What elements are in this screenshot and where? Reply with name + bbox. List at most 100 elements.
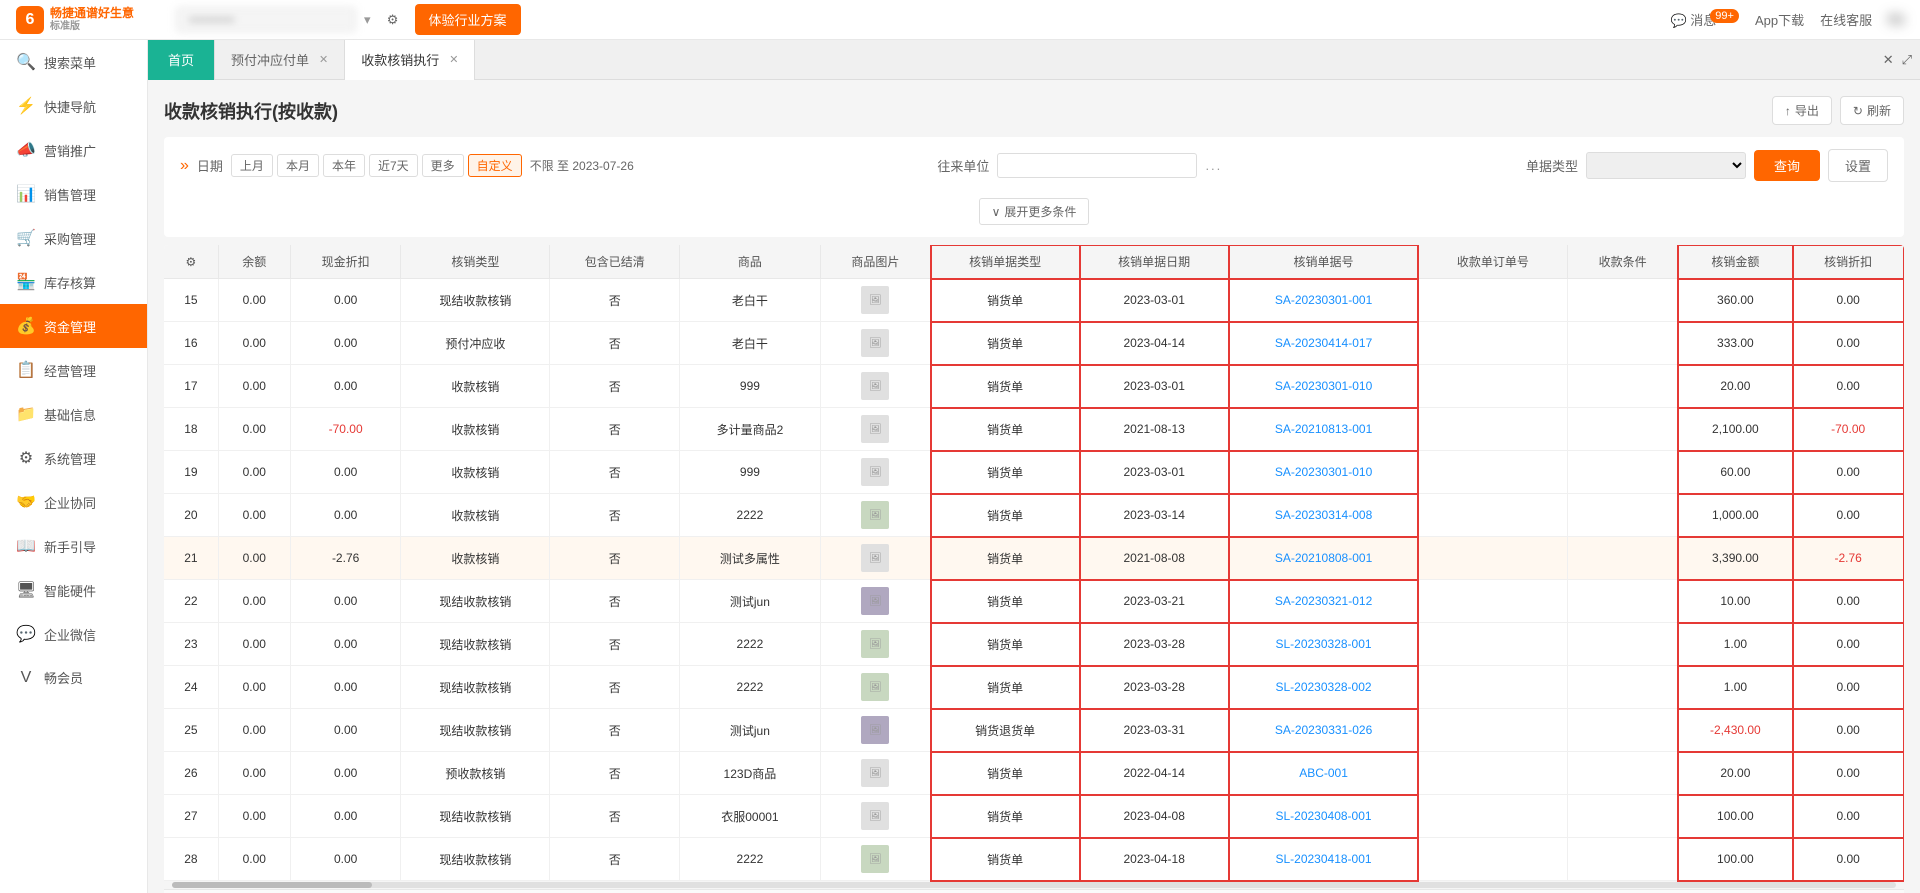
setting-button[interactable]: 设置 <box>1828 149 1888 182</box>
cell-goods: 多计量商品2 <box>680 408 820 451</box>
date-btn-last-month[interactable]: 上月 <box>231 154 273 177</box>
logo-text: 畅捷通谱好生意 标准版 <box>50 6 134 32</box>
scrollbar-thumb[interactable] <box>172 882 372 888</box>
cell-goods: 衣服00001 <box>680 795 820 838</box>
online-service-link[interactable]: 在线客服 <box>1820 10 1872 29</box>
sidebar-item-search[interactable]: 🔍 搜索菜单 <box>0 40 147 84</box>
cell-voucher-no[interactable]: SL-20230408-001 <box>1229 795 1419 838</box>
tab-collection-close-icon[interactable]: ✕ <box>449 53 458 66</box>
cell-voucher-no[interactable]: SA-20230314-008 <box>1229 494 1419 537</box>
date-btn-7days[interactable]: 近7天 <box>369 154 418 177</box>
voucher-no-link[interactable]: SL-20230408-001 <box>1275 809 1371 823</box>
export-button[interactable]: ↑ 导出 <box>1772 96 1832 125</box>
tab-close-all-icon[interactable]: ✕ <box>1883 52 1894 68</box>
sidebar-item-marketing[interactable]: 📣 营销推广 <box>0 128 147 172</box>
sidebar-item-purchase[interactable]: 🛒 采购管理 <box>0 216 147 260</box>
sidebar-item-weixin[interactable]: 💬 企业微信 <box>0 612 147 656</box>
sidebar-item-quick-nav[interactable]: ⚡ 快捷导航 <box>0 84 147 128</box>
cell-voucher-no[interactable]: ABC-001 <box>1229 752 1419 795</box>
voucher-no-link[interactable]: SA-20230331-026 <box>1275 723 1372 737</box>
top-bar: 6 畅捷通谱好生意 标准版 ▾ ⚙ 体验行业方案 💬 消息99+ App下载 在… <box>0 0 1920 40</box>
cell-write-off-discount: 0.00 <box>1793 322 1904 365</box>
cell-voucher-no[interactable]: SL-20230328-002 <box>1229 666 1419 709</box>
cell-write-off-discount: 0.00 <box>1793 752 1904 795</box>
cell-voucher-no[interactable]: SL-20230418-001 <box>1229 838 1419 881</box>
sidebar-item-basic-info[interactable]: 📁 基础信息 <box>0 392 147 436</box>
cell-voucher-no[interactable]: SA-20230331-026 <box>1229 709 1419 752</box>
sidebar-item-member[interactable]: V 畅会员 <box>0 656 147 699</box>
voucher-no-link[interactable]: SL-20230328-001 <box>1275 637 1371 651</box>
cell-write-off-discount: 0.00 <box>1793 365 1904 408</box>
cell-type: 收款核销 <box>401 451 550 494</box>
sidebar-item-collab[interactable]: 🤝 企业协同 <box>0 480 147 524</box>
industry-btn[interactable]: 体验行业方案 <box>415 4 521 35</box>
cell-voucher-date: 2023-04-08 <box>1080 795 1229 838</box>
cell-voucher-no[interactable]: SA-20210808-001 <box>1229 537 1419 580</box>
date-btn-custom[interactable]: 自定义 <box>468 154 522 177</box>
page-content: 收款核销执行(按收款) ↑ 导出 ↻ 刷新 » 日期 <box>148 80 1920 893</box>
cell-voucher-no[interactable]: SA-20230301-010 <box>1229 365 1419 408</box>
voucher-no-link[interactable]: SA-20210808-001 <box>1275 551 1372 565</box>
table-body: 15 0.00 0.00 现结收款核销 否 老白干 🖼 销货单 2023-03-… <box>164 279 1904 881</box>
sidebar-item-finance[interactable]: 💰 资金管理 <box>0 304 147 348</box>
col-goods: 商品 <box>680 245 820 279</box>
cell-condition <box>1567 408 1678 451</box>
horizontal-scrollbar[interactable] <box>164 881 1904 889</box>
cell-voucher-no[interactable]: SA-20230414-017 <box>1229 322 1419 365</box>
sidebar-item-sales[interactable]: 📊 销售管理 <box>0 172 147 216</box>
tab-prepay[interactable]: 预付冲应付单 ✕ <box>215 40 345 80</box>
sidebar-item-operations[interactable]: 📋 经营管理 <box>0 348 147 392</box>
cell-voucher-no[interactable]: SA-20230301-010 <box>1229 451 1419 494</box>
voucher-no-link[interactable]: SA-20230301-001 <box>1275 293 1372 307</box>
cell-voucher-date: 2023-03-01 <box>1080 365 1229 408</box>
date-btn-more[interactable]: 更多 <box>422 154 464 177</box>
voucher-type-select[interactable] <box>1586 152 1746 179</box>
cell-voucher-no[interactable]: SA-20230301-001 <box>1229 279 1419 322</box>
cell-goods-img: 🖼 <box>820 709 931 752</box>
voucher-no-link[interactable]: SA-20230314-008 <box>1275 508 1372 522</box>
cell-goods-img: 🖼 <box>820 494 931 537</box>
sidebar-item-hardware[interactable]: 🖥 智能硬件 <box>0 568 147 612</box>
voucher-no-link[interactable]: ABC-001 <box>1299 766 1348 780</box>
refresh-button[interactable]: ↻ 刷新 <box>1840 96 1904 125</box>
voucher-no-link[interactable]: SA-20230321-012 <box>1275 594 1372 608</box>
voucher-no-link[interactable]: SA-20230301-010 <box>1275 379 1372 393</box>
cell-voucher-date: 2023-03-14 <box>1080 494 1229 537</box>
voucher-no-link[interactable]: SL-20230328-002 <box>1275 680 1371 694</box>
cell-voucher-no[interactable]: SA-20210813-001 <box>1229 408 1419 451</box>
date-buttons: 上月 本月 本年 近7天 更多 自定义 <box>231 154 522 177</box>
voucher-no-link[interactable]: SA-20210813-001 <box>1275 422 1372 436</box>
tab-prepay-close-icon[interactable]: ✕ <box>319 53 328 66</box>
cell-balance: 0.00 <box>218 752 290 795</box>
gear-icon[interactable]: ⚙ <box>379 6 407 34</box>
voucher-no-link[interactable]: SL-20230418-001 <box>1275 852 1371 866</box>
dropdown-arrow-icon[interactable]: ▾ <box>364 12 371 28</box>
cell-order-no <box>1418 537 1567 580</box>
expand-conditions-btn[interactable]: ∨ 展开更多条件 <box>979 198 1090 225</box>
cell-balance: 0.00 <box>218 451 290 494</box>
voucher-no-link[interactable]: SA-20230301-010 <box>1275 465 1372 479</box>
voucher-no-link[interactable]: SA-20230414-017 <box>1275 336 1372 350</box>
cell-voucher-date: 2021-08-13 <box>1080 408 1229 451</box>
cell-voucher-type: 销货单 <box>931 279 1080 322</box>
counterpart-input[interactable] <box>997 153 1197 178</box>
search-input[interactable] <box>176 7 356 32</box>
table-row: 23 0.00 0.00 现结收款核销 否 2222 🖼 销货单 2023-03… <box>164 623 1904 666</box>
sidebar-item-guide[interactable]: 📖 新手引导 <box>0 524 147 568</box>
tab-home[interactable]: 首页 <box>148 40 215 80</box>
tab-expand-icon[interactable]: ⤢ <box>1902 52 1912 68</box>
query-button[interactable]: 查询 <box>1754 150 1820 181</box>
sidebar-item-inventory[interactable]: 🏪 库存核算 <box>0 260 147 304</box>
date-btn-this-month[interactable]: 本月 <box>277 154 319 177</box>
cell-voucher-no[interactable]: SL-20230328-001 <box>1229 623 1419 666</box>
date-btn-this-year[interactable]: 本年 <box>323 154 365 177</box>
message-icon[interactable]: 💬 消息99+ <box>1670 10 1738 29</box>
tab-collection[interactable]: 收款核销执行 ✕ <box>345 40 475 80</box>
cell-voucher-no[interactable]: SA-20230321-012 <box>1229 580 1419 623</box>
table-footer: 合计： 40,556,66... 折扣合计： 952.24 <box>164 889 1904 893</box>
filter-expand-arrow[interactable]: » <box>180 157 189 175</box>
cell-closed: 否 <box>550 494 680 537</box>
app-download-link[interactable]: App下载 <box>1755 10 1804 29</box>
col-settings[interactable]: ⚙ <box>164 245 218 279</box>
sidebar-item-system[interactable]: ⚙ 系统管理 <box>0 436 147 480</box>
